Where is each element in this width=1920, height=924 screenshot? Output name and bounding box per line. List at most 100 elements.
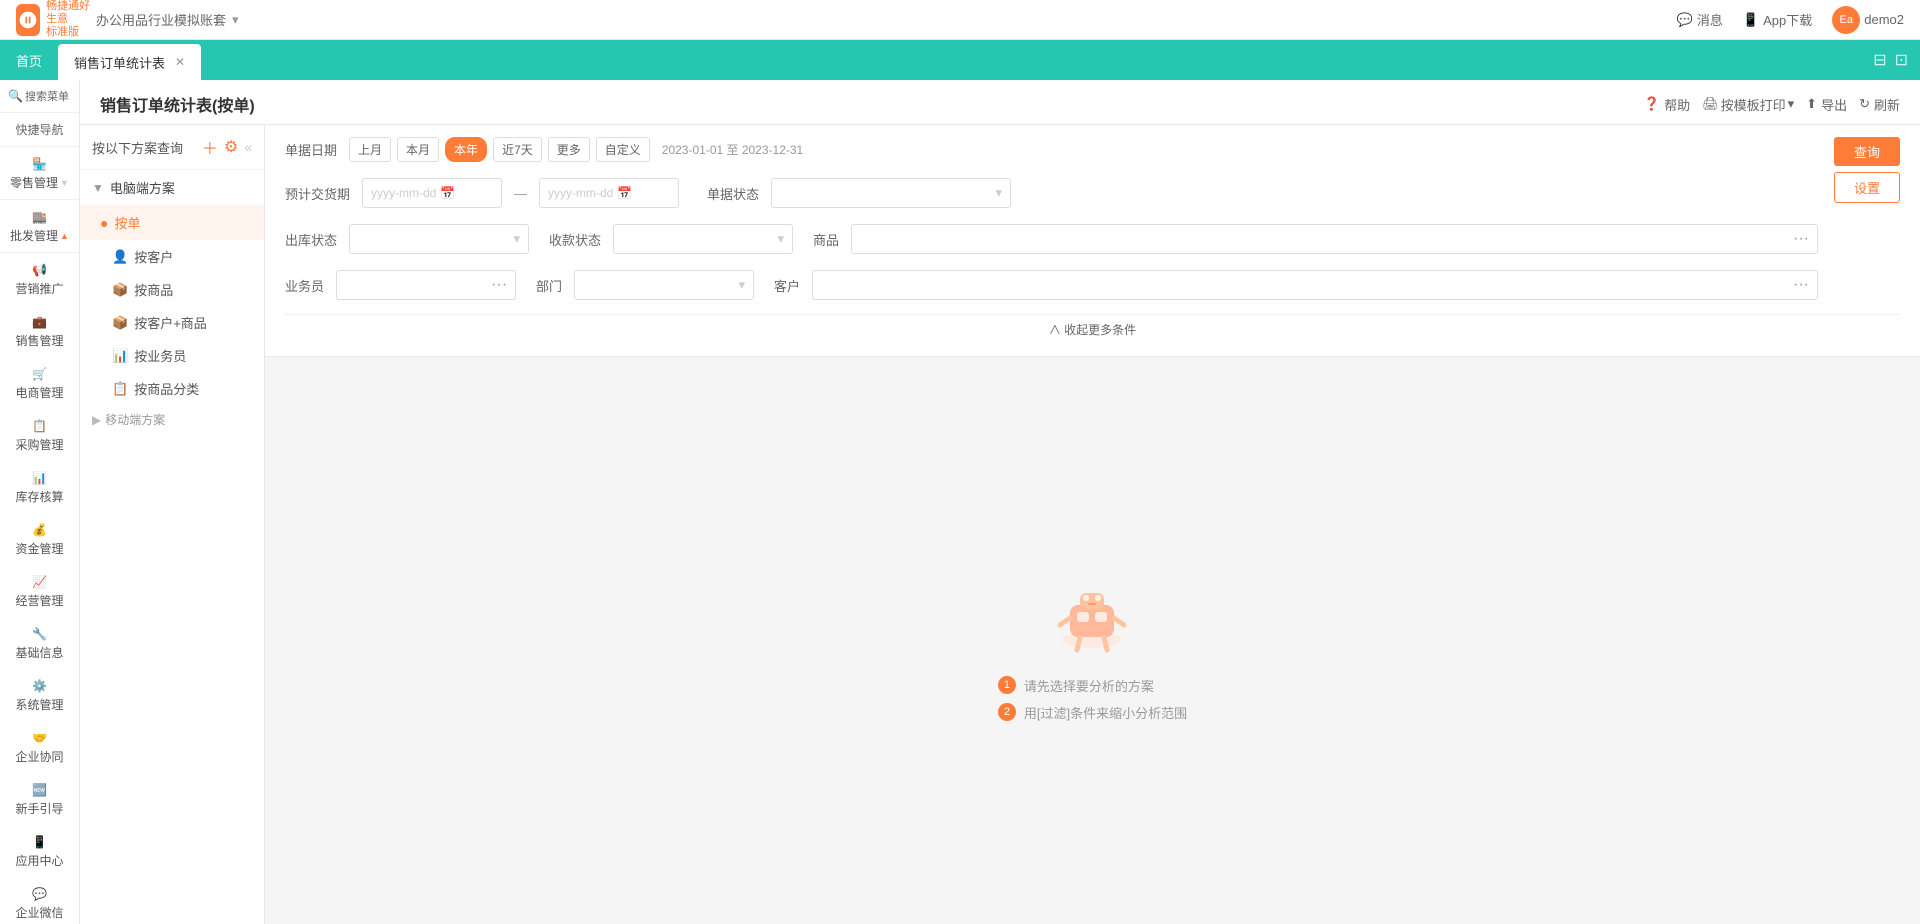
export-button[interactable]: ⬆ 导出 xyxy=(1806,95,1847,114)
filter-row-4: 业务员 ··· 部门 ▾ 客户 xyxy=(285,270,1818,300)
filter-row-1: 单据日期 上月 本月 本年 近7天 更多 自定义 2023-01-01 至 20… xyxy=(285,137,1900,310)
tree-item-by-goods[interactable]: 📦 按商品 xyxy=(80,273,264,306)
tree-item-by-customer[interactable]: 👤 按客户 xyxy=(80,240,264,273)
logo-icon xyxy=(16,4,40,36)
mobile-section-header[interactable]: ▶ 移动端方案 xyxy=(80,405,264,434)
sidebar-item-app-center[interactable]: 📱 应用中心 xyxy=(0,825,79,877)
workspace-title[interactable]: 办公用品行业模拟账套 ▾ xyxy=(96,10,1677,29)
header-actions: ❓ 帮助 🖨 按模板打印 ▾ ⬆ 导出 ↻ 刷新 xyxy=(1644,95,1900,114)
help-button[interactable]: ❓ 帮助 xyxy=(1644,95,1690,114)
collapse-bar[interactable]: ∧ 收起更多条件 xyxy=(285,314,1900,344)
sidebar-item-system[interactable]: ⚙️ 系统管理 xyxy=(0,669,79,721)
collapse-icon: ∧ xyxy=(1049,323,1061,337)
guide-icon: 🆕 xyxy=(32,783,47,797)
expected-date-end[interactable]: yyyy-mm-dd 📅 xyxy=(539,178,679,208)
date-dash: — xyxy=(514,186,527,201)
sidebar-item-operation[interactable]: 📈 经营管理 xyxy=(0,565,79,617)
sidebar-item-marketing[interactable]: 📢 营销推广 xyxy=(0,253,79,305)
tab-sales-order[interactable]: 销售订单统计表 ✕ xyxy=(58,44,201,80)
sidebar-item-purchase[interactable]: 📋 采购管理 xyxy=(0,409,79,461)
page-title: 销售订单统计表(按单) xyxy=(100,92,255,116)
panel-add-icon[interactable]: ＋ xyxy=(202,135,218,159)
message-icon: 💬 xyxy=(1677,12,1693,28)
page-header: 销售订单统计表(按单) ❓ 帮助 🖨 按模板打印 ▾ ⬆ 导出 ↻ 刷新 xyxy=(80,80,1920,125)
customer-more-icon[interactable]: ··· xyxy=(1793,276,1809,294)
export-icon: ⬆ xyxy=(1806,96,1817,112)
user-avatar[interactable]: Ea demo2 xyxy=(1832,6,1904,34)
print-arrow-icon: ▾ xyxy=(1788,96,1795,112)
tree-item-by-order[interactable]: ● 按单 xyxy=(80,205,264,240)
order-status-select[interactable]: ▾ xyxy=(771,178,1011,208)
print-icon: 🖨 xyxy=(1702,96,1719,112)
sidebar-item-wholesale[interactable]: 🏬 批发管理 ▲ xyxy=(0,200,79,252)
sidebar-item-finance[interactable]: 💰 资金管理 xyxy=(0,513,79,565)
sidebar-item-sales[interactable]: 💼 销售管理 xyxy=(0,305,79,357)
date-btn-last-month[interactable]: 上月 xyxy=(349,137,391,162)
tab-close-icon[interactable]: ✕ xyxy=(175,55,185,69)
operation-icon: 📈 xyxy=(32,575,47,589)
app-center-icon: 📱 xyxy=(32,835,47,849)
date-btn-custom[interactable]: 自定义 xyxy=(596,137,650,162)
customer-input[interactable]: ··· xyxy=(812,270,1818,300)
filter-actions: 查询 设置 xyxy=(1834,137,1900,203)
sidebar-item-corp[interactable]: 🤝 企业协同 xyxy=(0,721,79,773)
category-icon: 📋 xyxy=(112,381,128,397)
setting-button[interactable]: 设置 xyxy=(1834,172,1900,203)
print-template-button[interactable]: 🖨 按模板打印 ▾ xyxy=(1702,95,1794,114)
tree-item-by-customer-goods[interactable]: 📦 按客户+商品 xyxy=(80,306,264,339)
goods-more-icon[interactable]: ··· xyxy=(1793,230,1809,248)
order-status-arrow-icon: ▾ xyxy=(996,185,1003,201)
sidebar-search[interactable]: 🔍 搜索菜单 xyxy=(0,80,79,113)
refresh-button[interactable]: ↻ 刷新 xyxy=(1859,95,1900,114)
corp-icon: 🤝 xyxy=(32,731,47,745)
basic-icon: 🔧 xyxy=(32,627,47,641)
left-panel: 按以下方案查询 ＋ ⚙ « ▼ 电脑端方案 ● 按单 👤 按客户 xyxy=(80,125,265,924)
panel-settings-icon[interactable]: ⚙ xyxy=(224,137,238,157)
staff-input[interactable]: ··· xyxy=(336,270,516,300)
dept-select[interactable]: ▾ xyxy=(574,270,754,300)
avatar-circle: Ea xyxy=(1832,6,1860,34)
download-icon: 📱 xyxy=(1743,12,1759,28)
date-btn-more[interactable]: 更多 xyxy=(548,137,590,162)
panel-header: 按以下方案查询 ＋ ⚙ « xyxy=(80,125,264,170)
wholesale-icon: 🏬 xyxy=(32,210,47,224)
right-panel: 单据日期 上月 本月 本年 近7天 更多 自定义 2023-01-01 至 20… xyxy=(265,125,1920,924)
date-btn-this-year[interactable]: 本年 xyxy=(445,137,487,162)
sidebar-item-ecommerce[interactable]: 🛒 电商管理 xyxy=(0,357,79,409)
payment-status-select[interactable]: ▾ xyxy=(613,224,793,254)
empty-state: 1 请先选择要分析的方案 2 用[过滤]条件来缩小分析范围 xyxy=(998,560,1187,722)
ship-status-select[interactable]: ▾ xyxy=(349,224,529,254)
tab-minimize-icon[interactable]: ⊟ xyxy=(1873,50,1886,70)
dept-arrow-icon: ▾ xyxy=(739,277,746,293)
sidebar-item-basic[interactable]: 🔧 基础信息 xyxy=(0,617,79,669)
sidebar-item-guide[interactable]: 🆕 新手引导 xyxy=(0,773,79,825)
content-area: 销售订单统计表(按单) ❓ 帮助 🖨 按模板打印 ▾ ⬆ 导出 ↻ 刷新 xyxy=(80,80,1920,924)
date-btn-this-month[interactable]: 本月 xyxy=(397,137,439,162)
sidebar-group-wholesale: 🏬 批发管理 ▲ xyxy=(0,200,79,253)
sidebar: 🔍 搜索菜单 快捷导航 🏪 零售管理 ▼ 🏬 批发管理 ▲ xyxy=(0,80,80,924)
filter-area: 单据日期 上月 本月 本年 近7天 更多 自定义 2023-01-01 至 20… xyxy=(265,125,1920,357)
expected-date-start[interactable]: yyyy-mm-dd 📅 xyxy=(362,178,502,208)
panel-collapse-icon[interactable]: « xyxy=(244,139,252,155)
sidebar-nav-shortcut[interactable]: 快捷导航 xyxy=(0,113,79,147)
goods-icon-tree: 📦 xyxy=(112,282,128,298)
staff-more-icon[interactable]: ··· xyxy=(491,276,507,294)
messages-button[interactable]: 💬 消息 xyxy=(1677,10,1723,29)
tree-item-by-staff[interactable]: 📊 按业务员 xyxy=(80,339,264,372)
sidebar-item-wechat[interactable]: 💬 企业微信 xyxy=(0,877,79,924)
sidebar-item-inventory[interactable]: 📊 库存核算 xyxy=(0,461,79,513)
payment-status-arrow-icon: ▾ xyxy=(778,231,785,247)
mobile-expand-icon: ▶ xyxy=(92,413,101,427)
search-button[interactable]: 查询 xyxy=(1834,137,1900,166)
goods-input[interactable]: ··· xyxy=(851,224,1818,254)
tab-home[interactable]: 首页 xyxy=(0,40,58,80)
sidebar-item-retail[interactable]: 🏪 零售管理 ▼ xyxy=(0,147,79,199)
tree-item-by-goods-category[interactable]: 📋 按商品分类 xyxy=(80,372,264,405)
filter-date-row: 单据日期 上月 本月 本年 近7天 更多 自定义 2023-01-01 至 20… xyxy=(285,137,1818,162)
tab-expand-icon[interactable]: ⊡ xyxy=(1895,50,1908,70)
tree-parent-pc[interactable]: ▼ 电脑端方案 xyxy=(80,170,264,205)
app-download-button[interactable]: 📱 App下载 xyxy=(1743,10,1812,29)
filter-date-buttons: 上月 本月 本年 近7天 更多 自定义 xyxy=(349,137,650,162)
date-btn-7days[interactable]: 近7天 xyxy=(493,137,542,162)
customer-goods-icon: 📦 xyxy=(112,315,128,331)
